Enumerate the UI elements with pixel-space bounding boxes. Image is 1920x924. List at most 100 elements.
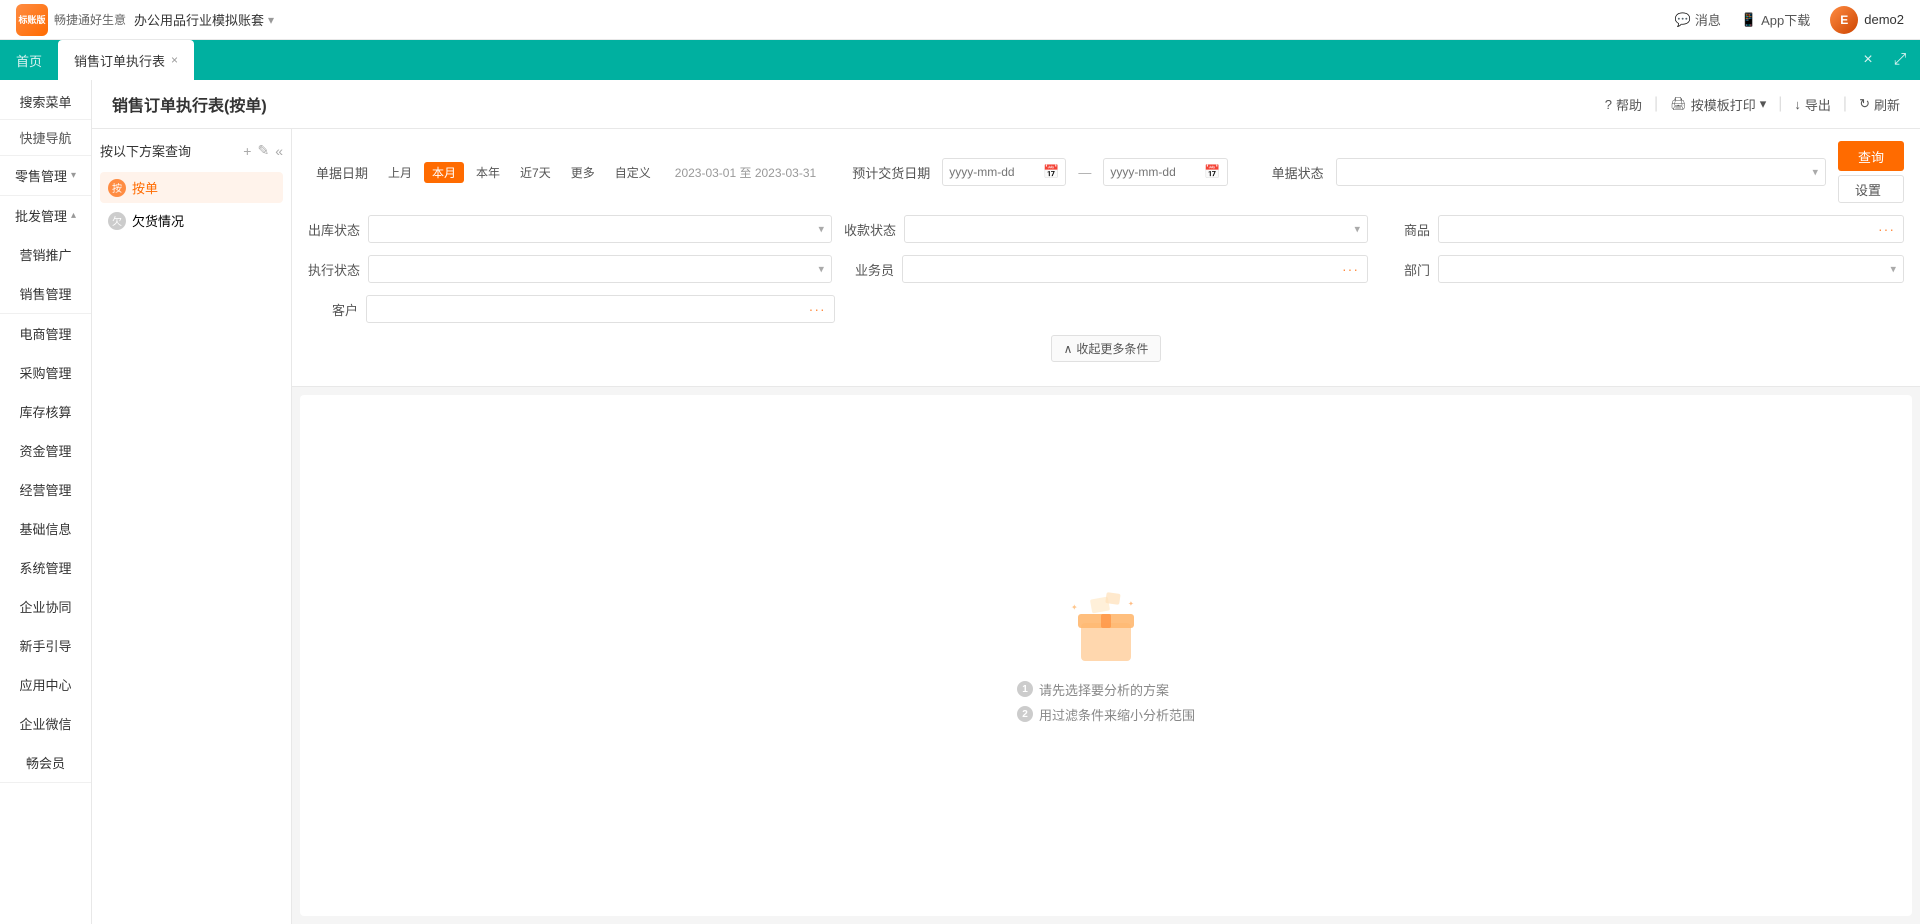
sidebar-item-operation[interactable]: 经营管理 (0, 470, 91, 509)
export-button[interactable]: ↓ 导出 (1794, 95, 1831, 114)
tab-close-icon[interactable]: × (171, 53, 178, 67)
calendar-end-icon[interactable]: 📅 (1204, 164, 1220, 180)
print-button[interactable]: 🖨 按模板打印 ▾ (1670, 95, 1766, 114)
date-tab-this-year[interactable]: 本年 (468, 162, 508, 183)
status-select[interactable] (1336, 158, 1826, 186)
receive-status-select[interactable] (904, 215, 1368, 243)
print-icon: 🖨 (1670, 96, 1687, 112)
collapse-icon: ∧ (1064, 342, 1073, 356)
query-button[interactable]: 查询 (1838, 141, 1904, 171)
out-status-label: 出库状态 (308, 220, 360, 239)
sidebar-item-app-center[interactable]: 应用中心 (0, 665, 91, 704)
filter-cell-goods: 商品 ··· (1380, 215, 1904, 243)
sidebar-section-retail: 零售管理 ▾ (0, 156, 91, 196)
export-label: 导出 (1805, 95, 1831, 114)
sidebar-item-enterprise[interactable]: 企业协同 (0, 587, 91, 626)
filter-cell-salesman: 业务员 ··· (844, 255, 1368, 283)
divider2: | (1778, 95, 1782, 113)
sidebar-item-purchase[interactable]: 采购管理 (0, 353, 91, 392)
sidebar-item-newbie[interactable]: 新手引导 (0, 626, 91, 665)
user-area[interactable]: E demo2 (1830, 6, 1904, 34)
sidebar-item-member[interactable]: 畅会员 (0, 743, 91, 782)
collapse-panel-button[interactable]: « (275, 143, 283, 159)
sidebar-item-wechat[interactable]: 企业微信 (0, 704, 91, 743)
sidebar-item-finance[interactable]: 资金管理 (0, 431, 91, 470)
tab-home[interactable]: 首页 (0, 40, 58, 80)
expected-date-start-wrapper: 📅 (942, 158, 1066, 186)
logo-icon: 标账版 (16, 4, 48, 36)
date-tab-custom[interactable]: 自定义 (607, 162, 659, 183)
logo-area: 标账版 畅捷通好生意 (16, 4, 126, 36)
message-icon: 💬 (1675, 12, 1691, 28)
filter-row-3: 执行状态 业务员 ··· (308, 255, 1904, 283)
date-tab-7days[interactable]: 近7天 (512, 162, 559, 183)
hint1-num: 1 (1017, 681, 1033, 697)
dept-select[interactable] (1438, 255, 1904, 283)
collapse-button[interactable]: ∧ 收起更多条件 (1051, 335, 1162, 362)
sidebar-item-retail-label: 零售管理 (15, 166, 67, 185)
breadcrumb-area: 办公用品行业模拟账套 ▾ (134, 10, 274, 29)
salesman-dots-icon[interactable]: ··· (1342, 261, 1359, 277)
page-title: 销售订单执行表(按单) (112, 92, 267, 128)
main-layout: 搜索菜单 快捷导航 零售管理 ▾ 批发管理 ▴ 营销推广 销售管理 电商管理 采… (0, 80, 1920, 924)
sidebar-item-marketing[interactable]: 营销推广 (0, 235, 91, 274)
sidebar-item-system[interactable]: 系统管理 (0, 548, 91, 587)
sidebar-item-inventory[interactable]: 库存核算 (0, 392, 91, 431)
sidebar-search[interactable]: 搜索菜单 (0, 80, 91, 120)
salesman-control: ··· (902, 255, 1368, 283)
sidebar-item-retail[interactable]: 零售管理 ▾ (0, 156, 91, 195)
empty-hint-2: 2 用过滤条件来缩小分析范围 (1017, 705, 1195, 724)
expected-date-start-input[interactable] (949, 165, 1039, 179)
date-tab-last-month[interactable]: 上月 (380, 162, 420, 183)
out-status-select[interactable] (368, 215, 832, 243)
action-buttons: 查询 设置 (1838, 141, 1904, 203)
goods-dots-icon[interactable]: ··· (1878, 221, 1895, 237)
message-button[interactable]: 💬 消息 (1675, 10, 1721, 29)
customer-dots-icon[interactable]: ··· (809, 301, 826, 317)
sidebar-item-sales-mgmt[interactable]: 销售管理 (0, 274, 91, 313)
settings-button[interactable]: 设置 (1838, 175, 1904, 203)
salesman-input[interactable]: ··· (902, 255, 1368, 283)
sidebar-quick-nav[interactable]: 快捷导航 (0, 120, 91, 156)
refresh-button[interactable]: ↻ 刷新 (1859, 95, 1900, 114)
left-panel-header: 按以下方案查询 + ✎ « (100, 141, 283, 160)
top-bar-right: 💬 消息 📱 App下载 E demo2 (1675, 6, 1904, 34)
edit-scheme-button[interactable]: ✎ (257, 142, 269, 159)
date-tab-more[interactable]: 更多 (563, 162, 603, 183)
maximize-button[interactable]: ⤢ (1888, 48, 1912, 72)
filter-section: 单据日期 上月 本月 本年 近7天 更多 自定义 2023-03-01 至 20… (292, 129, 1920, 387)
help-label: 帮助 (1616, 95, 1642, 114)
sidebar-item-ecommerce[interactable]: 电商管理 (0, 314, 91, 353)
minimize-button[interactable]: × (1856, 48, 1880, 72)
message-label: 消息 (1695, 10, 1721, 29)
help-button[interactable]: ? 帮助 (1605, 95, 1642, 114)
date-tab-this-month[interactable]: 本月 (424, 162, 464, 183)
hint2-text: 用过滤条件来缩小分析范围 (1039, 705, 1195, 724)
app-download-button[interactable]: 📱 App下载 (1741, 10, 1810, 29)
left-panel-title: 按以下方案查询 (100, 141, 191, 160)
customer-input[interactable]: ··· (366, 295, 835, 323)
add-scheme-button[interactable]: + (243, 143, 251, 159)
scheme-item-shortage[interactable]: 欠 欠货情况 (100, 205, 283, 236)
tab-sales-exec-label: 销售订单执行表 (74, 51, 165, 70)
filter-row-1: 单据日期 上月 本月 本年 近7天 更多 自定义 2023-03-01 至 20… (308, 141, 1904, 203)
exec-status-select[interactable] (368, 255, 832, 283)
goods-control: ··· (1438, 215, 1904, 243)
body-layout: 按以下方案查询 + ✎ « 按 按单 欠 欠货情况 (92, 129, 1920, 924)
left-panel-icons: + ✎ « (243, 142, 283, 159)
sidebar-item-basic-info[interactable]: 基础信息 (0, 509, 91, 548)
calendar-start-icon[interactable]: 📅 (1043, 164, 1059, 180)
content-area: 销售订单执行表(按单) ? 帮助 | 🖨 按模板打印 ▾ | ↓ 导出 | (92, 80, 1920, 924)
expected-date-end-wrapper: 📅 (1103, 158, 1227, 186)
collapse-label: 收起更多条件 (1076, 340, 1148, 357)
expected-date-end-input[interactable] (1110, 165, 1200, 179)
breadcrumb-arrow-icon[interactable]: ▾ (268, 13, 274, 27)
goods-input[interactable]: ··· (1438, 215, 1904, 243)
breadcrumb-text: 办公用品行业模拟账套 (134, 10, 264, 29)
filter-cell-exec-status: 执行状态 (308, 255, 832, 283)
sidebar-item-wholesale[interactable]: 批发管理 ▴ (0, 196, 91, 235)
tab-sales-exec[interactable]: 销售订单执行表 × (58, 40, 194, 80)
scheme-item-by-order[interactable]: 按 按单 (100, 172, 283, 203)
dept-label: 部门 (1380, 260, 1430, 279)
goods-label: 商品 (1380, 220, 1430, 239)
